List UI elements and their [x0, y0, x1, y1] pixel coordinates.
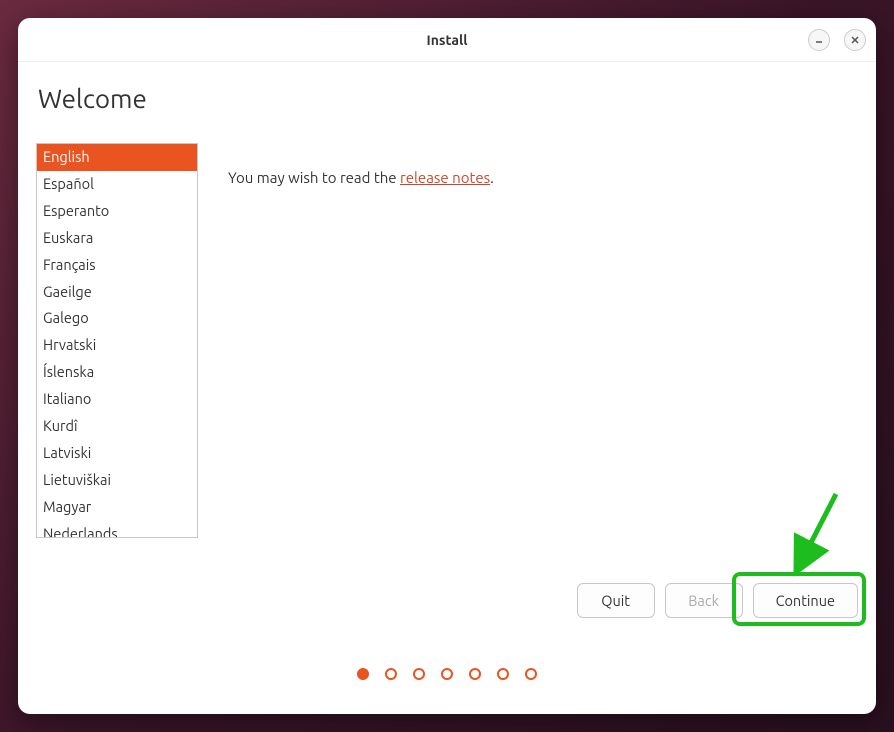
- info-suffix: .: [490, 169, 494, 186]
- progress-dot: [385, 668, 397, 680]
- progress-dot: [525, 668, 537, 680]
- language-item[interactable]: Hrvatski: [37, 332, 197, 359]
- language-item[interactable]: Français: [37, 252, 197, 279]
- language-item[interactable]: Gaeilge: [37, 279, 197, 306]
- language-item[interactable]: Español: [37, 171, 197, 198]
- page-title: Welcome: [38, 84, 858, 113]
- button-row: Quit Back Continue: [577, 583, 858, 618]
- language-item[interactable]: Esperanto: [37, 198, 197, 225]
- release-notes-link[interactable]: release notes: [400, 169, 490, 186]
- content-area: Welcome EnglishEspañolEsperantoEuskaraFr…: [18, 62, 876, 714]
- progress-dot: [413, 668, 425, 680]
- language-item[interactable]: Galego: [37, 305, 197, 332]
- window-controls: [808, 29, 866, 51]
- progress-dot: [469, 668, 481, 680]
- language-item[interactable]: Nederlands: [37, 521, 197, 538]
- window-title: Install: [427, 32, 468, 48]
- minimize-button[interactable]: [808, 29, 830, 51]
- language-item[interactable]: English: [37, 144, 197, 171]
- language-item[interactable]: Euskara: [37, 225, 197, 252]
- info-text: You may wish to read the release notes.: [228, 143, 494, 186]
- language-item[interactable]: Íslenska: [37, 359, 197, 386]
- language-list[interactable]: EnglishEspañolEsperantoEuskaraFrançaisGa…: [36, 143, 198, 538]
- quit-button[interactable]: Quit: [577, 583, 655, 618]
- continue-button[interactable]: Continue: [753, 583, 858, 618]
- language-item[interactable]: Lietuviškai: [37, 467, 197, 494]
- close-button[interactable]: [844, 29, 866, 51]
- info-prefix: You may wish to read the: [228, 169, 400, 186]
- language-item[interactable]: Latviski: [37, 440, 197, 467]
- language-item[interactable]: Magyar: [37, 494, 197, 521]
- language-item[interactable]: Italiano: [37, 386, 197, 413]
- progress-dots: [357, 668, 537, 680]
- back-button: Back: [665, 583, 743, 618]
- titlebar: Install: [18, 18, 876, 62]
- progress-dot: [441, 668, 453, 680]
- language-item[interactable]: Kurdî: [37, 413, 197, 440]
- installer-window: Install Welcome EnglishEspañolEsperantoE…: [18, 18, 876, 714]
- progress-dot: [357, 668, 369, 680]
- progress-dot: [497, 668, 509, 680]
